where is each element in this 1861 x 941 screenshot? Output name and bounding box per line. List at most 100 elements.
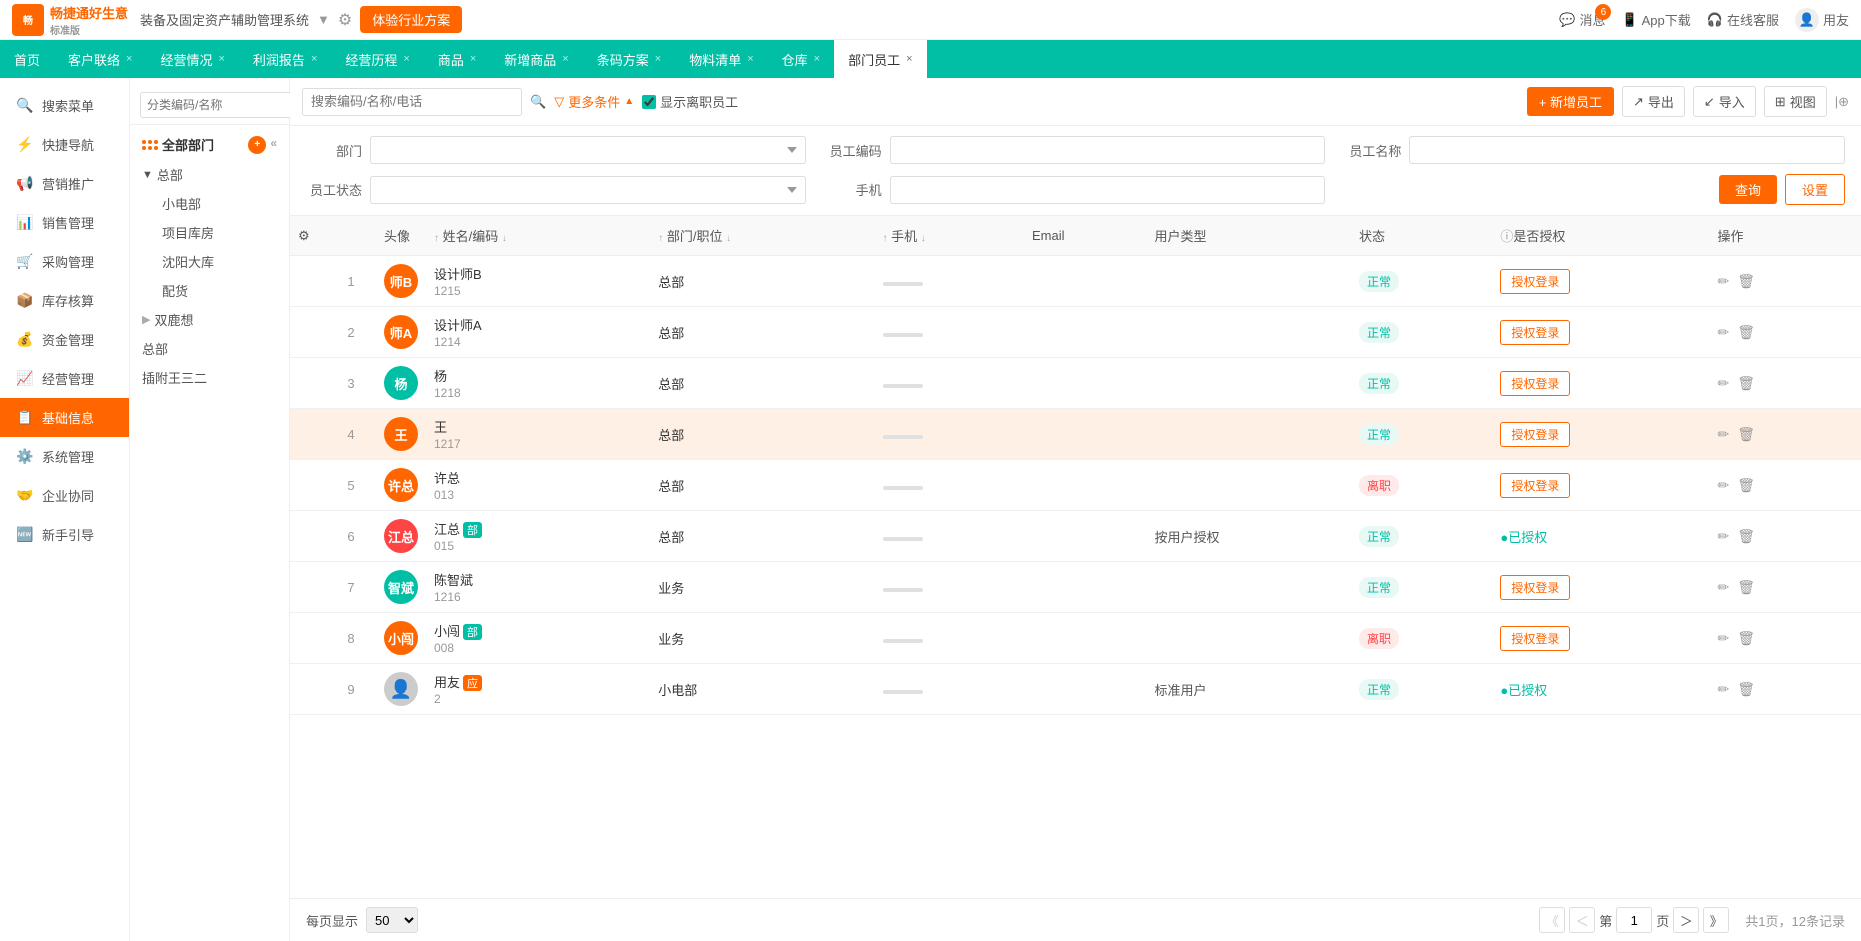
dept-collapse-icon[interactable]: « [270,136,277,154]
auth-btn[interactable]: 授权登录 [1500,575,1570,600]
view-btn[interactable]: ⊞ 视图 [1764,86,1827,117]
edit-btn[interactable]: ✏ [1717,528,1729,545]
prev-page-btn[interactable]: ＜ [1569,907,1595,933]
edit-btn[interactable]: ✏ [1717,273,1729,290]
tab-operation-status[interactable]: 经营情况 × [146,40,238,78]
sidebar-item-marketing[interactable]: 📢 营销推广 [0,164,129,203]
close-icon[interactable]: × [562,53,568,65]
close-icon[interactable]: × [311,53,317,65]
sidebar-item-finance[interactable]: 💰 资金管理 [0,320,129,359]
sidebar-item-search[interactable]: 🔍 搜索菜单 [0,86,129,125]
auth-btn[interactable]: 授权登录 [1500,320,1570,345]
edit-btn[interactable]: ✏ [1717,477,1729,494]
dept-node-shuangluo[interactable]: ▶ 双鹿想 [138,305,289,334]
reset-btn[interactable]: 设置 [1785,174,1845,205]
tab-history[interactable]: 经营历程 × [331,40,423,78]
tab-home[interactable]: 首页 [0,40,54,78]
edit-btn[interactable]: ✏ [1717,426,1729,443]
sidebar-item-operation[interactable]: 📈 经营管理 [0,359,129,398]
more-filter-btn[interactable]: ▽ 更多条件 ▲ [554,92,634,111]
tab-bom[interactable]: 物料清单 × [675,40,767,78]
close-icon[interactable]: × [814,53,820,65]
export-btn[interactable]: ↗ 导出 [1622,86,1685,117]
dept-node-xiaodian[interactable]: 小电部 [154,189,289,218]
delete-btn[interactable]: 🗑 [1737,375,1755,392]
edit-btn[interactable]: ✏ [1717,579,1729,596]
import-btn[interactable]: ↙ 导入 [1693,86,1756,117]
emp-code-input[interactable] [890,136,1326,164]
emp-name-input[interactable] [1409,136,1845,164]
dept-search-input[interactable] [140,92,309,118]
dept-node-zongbu2[interactable]: 总部 [138,334,289,363]
edit-btn[interactable]: ✏ [1717,324,1729,341]
close-icon[interactable]: × [126,53,132,65]
sidebar-item-collab[interactable]: 🤝 企业协同 [0,476,129,515]
dept-all-btn[interactable]: 全部部门 + « [130,129,289,160]
emp-status-select[interactable] [370,176,806,204]
add-employee-btn[interactable]: + 新增员工 [1527,87,1614,116]
dept-select[interactable] [370,136,806,164]
tab-dept-staff[interactable]: 部门员工 × [834,40,926,78]
more-action-icon[interactable]: |⊕ [1835,94,1849,110]
tab-product[interactable]: 商品 × [424,40,490,78]
settings-icon[interactable]: ⚙ [298,228,310,243]
resigned-checkbox[interactable] [642,95,656,109]
delete-btn[interactable]: 🗑 [1737,528,1755,545]
close-icon[interactable]: × [470,53,476,65]
close-icon[interactable]: × [655,53,661,65]
sidebar-item-basic[interactable]: 📋 基础信息 [0,398,129,437]
user-menu[interactable]: 👤 用友 [1795,8,1849,32]
edit-btn[interactable]: ✏ [1717,630,1729,647]
auth-btn[interactable]: 授权登录 [1500,269,1570,294]
message-btn[interactable]: 💬 消息 6 [1559,10,1605,29]
auth-btn[interactable]: 授权登录 [1500,626,1570,651]
sidebar-item-system[interactable]: ⚙️ 系统管理 [0,437,129,476]
auth-btn[interactable]: 授权登录 [1500,473,1570,498]
dept-node-puwang[interactable]: 插附王三二 [138,363,289,392]
page-input[interactable] [1616,907,1652,933]
sidebar-item-inventory[interactable]: 📦 库存核算 [0,281,129,320]
first-page-btn[interactable]: 《 [1539,907,1565,933]
dept-node-peihuo[interactable]: 配货 [154,276,289,305]
search-icon[interactable]: 🔍 [530,94,546,110]
auth-btn[interactable]: 授权登录 [1500,371,1570,396]
delete-btn[interactable]: 🗑 [1737,681,1755,698]
auth-btn[interactable]: 授权登录 [1500,422,1570,447]
dept-node-zongbu[interactable]: ▼ 总部 [138,160,289,189]
tab-customer[interactable]: 客户联络 × [54,40,146,78]
close-icon[interactable]: × [218,53,224,65]
close-icon[interactable]: × [747,53,753,65]
tab-barcode[interactable]: 条码方案 × [583,40,675,78]
dept-add-icon[interactable]: + [248,136,266,154]
delete-btn[interactable]: 🗑 [1737,324,1755,341]
delete-btn[interactable]: 🗑 [1737,630,1755,647]
sidebar-item-guide[interactable]: 🆕 新手引导 [0,515,129,554]
dropdown-arrow[interactable]: ▼ [317,12,330,27]
search-input[interactable] [302,88,522,116]
delete-btn[interactable]: 🗑 [1737,477,1755,494]
tab-add-product[interactable]: 新增商品 × [490,40,582,78]
next-page-btn[interactable]: ＞ [1673,907,1699,933]
online-service-btn[interactable]: 🎧 在线客服 [1707,10,1779,29]
dept-node-xiangmu[interactable]: 项目库房 [154,218,289,247]
edit-btn[interactable]: ✏ [1717,681,1729,698]
app-download-btn[interactable]: 📱 App下载 [1621,10,1690,29]
delete-btn[interactable]: 🗑 [1737,579,1755,596]
close-icon[interactable]: × [906,53,912,65]
delete-btn[interactable]: 🗑 [1737,426,1755,443]
tab-profit[interactable]: 利润报告 × [239,40,331,78]
delete-btn[interactable]: 🗑 [1737,273,1755,290]
tab-warehouse[interactable]: 仓库 × [768,40,834,78]
last-page-btn[interactable]: 》 [1703,907,1729,933]
sidebar-item-sales[interactable]: 📊 销售管理 [0,203,129,242]
sidebar-item-purchase[interactable]: 🛒 采购管理 [0,242,129,281]
dept-node-shenyang[interactable]: 沈阳大库 [154,247,289,276]
gear-icon[interactable]: ⚙ [338,10,352,30]
close-icon[interactable]: × [403,53,409,65]
try-btn[interactable]: 体验行业方案 [360,6,462,33]
sidebar-item-quicknav[interactable]: ⚡ 快捷导航 [0,125,129,164]
page-size-select[interactable]: 50 20 100 [366,907,418,933]
edit-btn[interactable]: ✏ [1717,375,1729,392]
phone-input[interactable] [890,176,1326,204]
search-btn[interactable]: 查询 [1719,175,1777,204]
